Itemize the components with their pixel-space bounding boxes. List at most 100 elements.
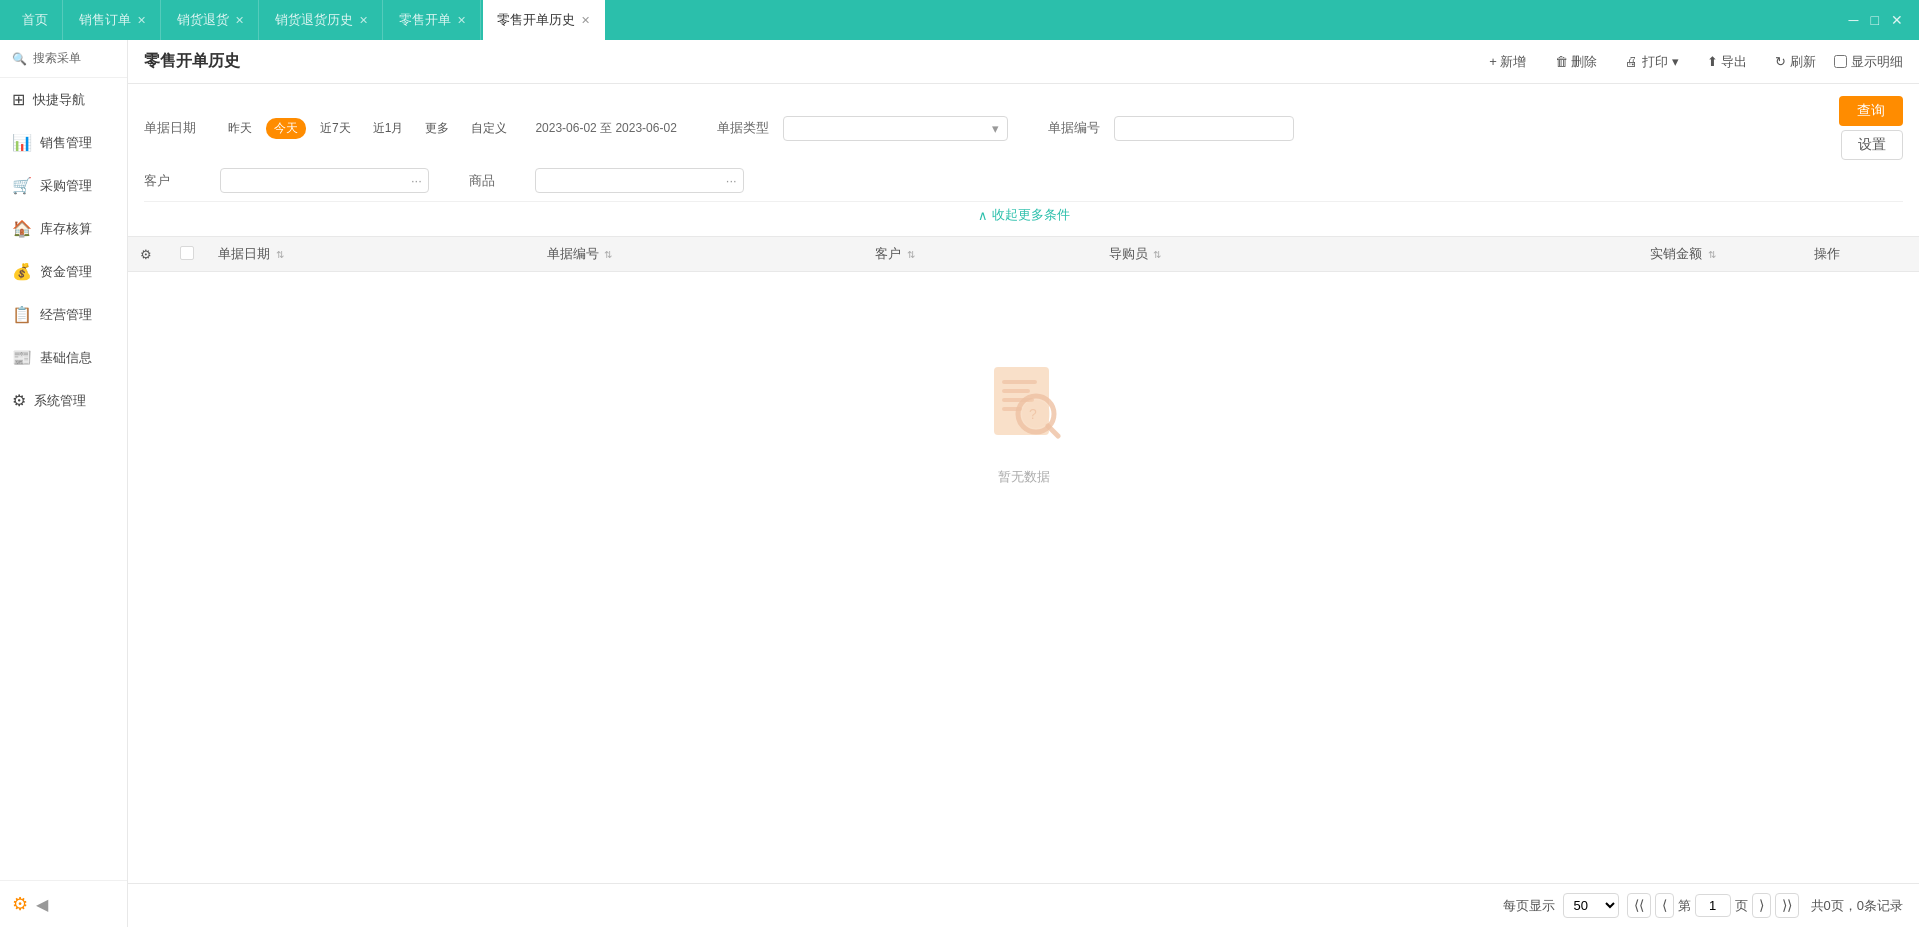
tab-item-2[interactable]: 销货退货 ✕ (163, 0, 259, 40)
table-check-col (168, 237, 206, 272)
customer-dots-icon[interactable]: ··· (405, 169, 428, 192)
minimize-btn[interactable]: ─ (1849, 12, 1859, 28)
goods-dots-icon[interactable]: ··· (720, 169, 743, 192)
sidebar-label-1: 销售管理 (40, 134, 92, 152)
sidebar-icon-7: ⚙ (12, 391, 26, 410)
sidebar: 🔍 搜索采单 ⊞快捷导航📊销售管理 🛒 采购管理 🏠库存核算💰资金管理📋经营管理📰基础… (0, 40, 128, 927)
col-billno[interactable]: 单据编号 ⇅ (535, 237, 864, 272)
tab-bar: 首页销售订单✕销货退货✕销货退货历史✕零售开单✕零售开单历史✕ ─ □ ✕ (0, 0, 1919, 40)
next-page-btn[interactable]: ⟩ (1752, 893, 1771, 919)
sidebar-search-label: 搜索采单 (33, 50, 81, 67)
empty-state: ? 暂无数据 (128, 272, 1919, 566)
query-button[interactable]: 查询 (1839, 96, 1903, 126)
svg-line-7 (1048, 426, 1058, 436)
tab-list: 首页销售订单✕销货退货✕销货退货历史✕零售开单✕零售开单历史✕ (8, 0, 605, 40)
page-number-input[interactable] (1695, 894, 1731, 917)
sort-customer-icon: ⇅ (907, 249, 915, 260)
customer-input-wrap[interactable]: ··· (220, 168, 429, 193)
col-amount[interactable]: 实销金额 ⇅ (1378, 237, 1736, 272)
sidebar-collapse-icon[interactable]: ◀ (36, 895, 48, 914)
goods-input[interactable] (536, 169, 720, 192)
sidebar-item-2[interactable]: 🛒 采购管理 (0, 164, 127, 207)
date-opt-4[interactable]: 更多 (417, 118, 457, 139)
export-button[interactable]: ⬆ 导出 (1697, 49, 1758, 75)
sidebar-search[interactable]: 🔍 搜索采单 (0, 40, 127, 78)
sidebar-label-5: 经营管理 (40, 306, 92, 324)
sidebar-bottom: ⚙ ◀ (0, 880, 127, 927)
window-controls: ─ □ ✕ (1849, 12, 1911, 28)
sidebar-item-3[interactable]: 🏠库存核算 (0, 207, 127, 250)
prev-page-btn[interactable]: ⟨ (1655, 893, 1674, 919)
date-opt-2[interactable]: 近7天 (312, 118, 359, 139)
sidebar-item-4[interactable]: 💰资金管理 (0, 250, 127, 293)
sidebar-label-2: 采购管理 (40, 177, 92, 195)
tab-close-3[interactable]: ✕ (359, 14, 368, 27)
tab-close-4[interactable]: ✕ (457, 14, 466, 27)
per-page-select[interactable]: 10 20 50 100 (1563, 893, 1619, 918)
tab-label-3: 销货退货历史 (275, 11, 353, 29)
tab-close-2[interactable]: ✕ (235, 14, 244, 27)
date-opt-5[interactable]: 自定义 (463, 118, 515, 139)
bill-type-select[interactable]: ▾ (783, 116, 1008, 141)
col-date[interactable]: 单据日期 ⇅ (206, 237, 535, 272)
bill-no-input[interactable] (1114, 116, 1294, 141)
maximize-btn[interactable]: □ (1871, 12, 1879, 28)
filter-row-1: 单据日期 昨天今天近7天近1月更多自定义 2023-06-02 至 2023-0… (144, 96, 1903, 160)
last-page-btn[interactable]: ⟩⟩ (1775, 893, 1799, 919)
print-button[interactable]: 🖨 打印 ▾ (1615, 49, 1689, 75)
customer-label: 客户 (144, 172, 204, 190)
date-opt-3[interactable]: 近1月 (365, 118, 412, 139)
sidebar-item-6[interactable]: 📰基础信息 (0, 336, 127, 379)
data-table: ⚙ 单据日期 ⇅ 单据编号 ⇅ 客户 ⇅ 导购员 ⇅ 实销金额 ⇅ 操作 (128, 237, 1919, 272)
empty-text: 暂无数据 (998, 468, 1050, 486)
bill-no-group: 单据编号 (1048, 116, 1294, 141)
sidebar-item-7[interactable]: ⚙ 系统管理 (0, 379, 127, 422)
col-customer[interactable]: 客户 ⇅ (863, 237, 1096, 272)
tab-item-1[interactable]: 销售订单 ✕ (65, 0, 161, 40)
tab-item-5[interactable]: 零售开单历史✕ (483, 0, 605, 40)
display-detail-checkbox[interactable] (1834, 55, 1847, 68)
tab-label-4: 零售开单 (399, 11, 451, 29)
tab-item-0[interactable]: 首页 (8, 0, 63, 40)
display-detail-checkbox-label: 显示明细 (1834, 53, 1903, 71)
tab-item-4[interactable]: 零售开单 ✕ (385, 0, 481, 40)
per-page-label: 每页显示 (1503, 897, 1555, 915)
date-opt-1[interactable]: 今天 (266, 118, 306, 139)
col-salesperson[interactable]: 导购员 ⇅ (1097, 237, 1378, 272)
bill-type-input[interactable] (784, 117, 984, 140)
sidebar-icon-2: 🛒 (12, 176, 32, 195)
total-info: 共0页，0条记录 (1811, 897, 1903, 915)
tab-label-1: 销售订单 (79, 11, 131, 29)
goods-input-wrap[interactable]: ··· (535, 168, 744, 193)
page-title: 零售开单历史 (144, 51, 240, 72)
add-button[interactable]: + 新增 (1479, 49, 1536, 75)
tab-close-5[interactable]: ✕ (581, 14, 590, 27)
delete-button[interactable]: 🗑 删除 (1545, 49, 1608, 75)
table-area: ⚙ 单据日期 ⇅ 单据编号 ⇅ 客户 ⇅ 导购员 ⇅ 实销金额 ⇅ 操作 (128, 237, 1919, 883)
sidebar-item-5[interactable]: 📋经营管理 (0, 293, 127, 336)
refresh-button[interactable]: ↻ 刷新 (1765, 49, 1826, 75)
sidebar-item-0[interactable]: ⊞快捷导航 (0, 78, 127, 121)
sidebar-icon-3: 🏠 (12, 219, 32, 238)
sidebar-gear-icon[interactable]: ⚙ (12, 893, 28, 915)
bill-type-label: 单据类型 (717, 119, 777, 137)
content-area: 零售开单历史 + 新增 🗑 删除 🖨 打印 ▾ ⬆ 导出 ↻ 刷新 (128, 40, 1919, 927)
sidebar-item-1[interactable]: 📊销售管理 (0, 121, 127, 164)
table-setting-col[interactable]: ⚙ (128, 237, 168, 272)
first-page-btn[interactable]: ⟨⟨ (1627, 893, 1651, 919)
date-opt-0[interactable]: 昨天 (220, 118, 260, 139)
customer-input[interactable] (221, 169, 405, 192)
select-all-checkbox[interactable] (180, 246, 194, 260)
bill-no-label: 单据编号 (1048, 119, 1108, 137)
close-btn[interactable]: ✕ (1891, 12, 1903, 28)
sidebar-icon-0: ⊞ (12, 90, 25, 109)
settings-button[interactable]: 设置 (1841, 130, 1903, 160)
date-range-text: 2023-06-02 至 2023-06-02 (535, 120, 676, 137)
tab-label-2: 销货退货 (177, 11, 229, 29)
sidebar-icon-4: 💰 (12, 262, 32, 281)
tab-item-3[interactable]: 销货退货历史 ✕ (261, 0, 383, 40)
collapse-more-btn[interactable]: ∧ 收起更多条件 (144, 201, 1903, 228)
sidebar-label-7: 系统管理 (34, 392, 86, 410)
svg-rect-2 (1002, 389, 1030, 393)
tab-close-1[interactable]: ✕ (137, 14, 146, 27)
